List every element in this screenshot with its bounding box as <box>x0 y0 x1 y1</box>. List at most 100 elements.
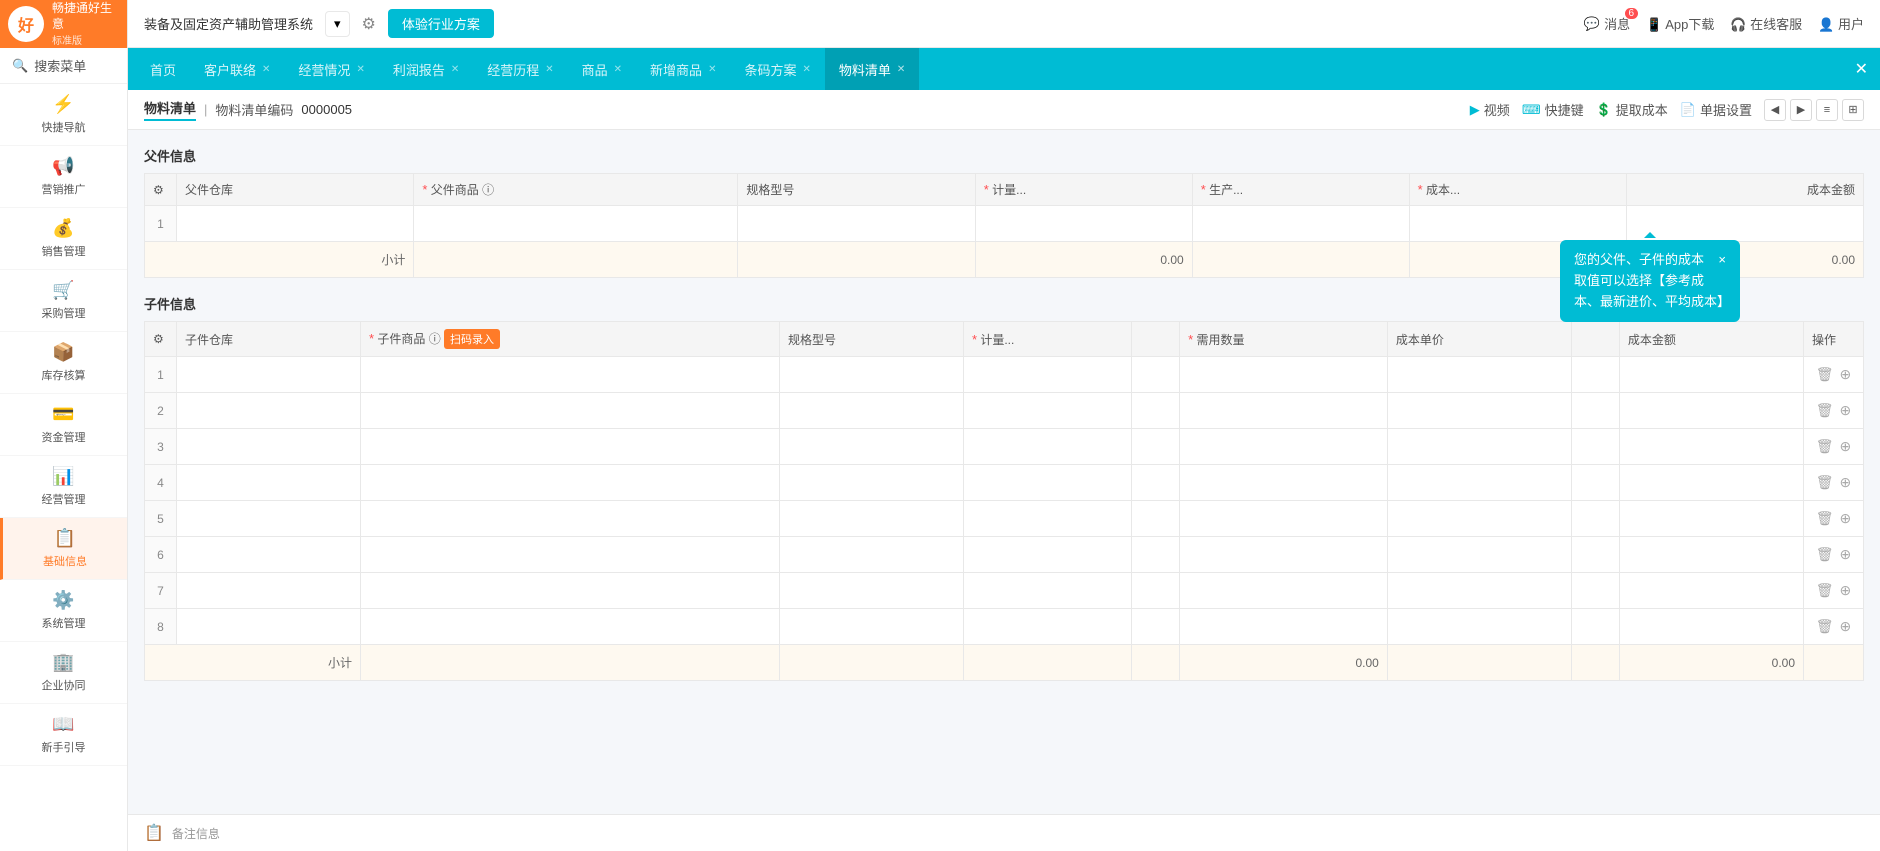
child-unit-cost-7[interactable] <box>1387 573 1571 609</box>
child-qty-1[interactable] <box>1180 357 1388 393</box>
child-unit-4[interactable] <box>963 465 1131 501</box>
child-unit-5[interactable] <box>963 501 1131 537</box>
parent-spec-1[interactable] <box>738 206 975 242</box>
child-unit-cost-8[interactable] <box>1387 609 1571 645</box>
child-product-8[interactable] <box>360 609 779 645</box>
app-download-link[interactable]: 📱 App下载 <box>1646 14 1714 33</box>
tab-goods[interactable]: 商品 ✕ <box>568 48 636 90</box>
child-spec-3[interactable] <box>779 429 963 465</box>
tab-customer-close[interactable]: ✕ <box>262 64 270 75</box>
tab-operations[interactable]: 经营情况 ✕ <box>284 48 378 90</box>
child-spec-4[interactable] <box>779 465 963 501</box>
child-unit-3[interactable] <box>963 429 1131 465</box>
tab-barcode-close[interactable]: ✕ <box>802 64 810 75</box>
child-product-1[interactable] <box>360 357 779 393</box>
shortcut-action[interactable]: ⌨ 快捷键 <box>1522 100 1584 119</box>
child-qty-7[interactable] <box>1180 573 1388 609</box>
child-warehouse-2[interactable] <box>177 393 361 429</box>
tab-new-goods[interactable]: 新增商品 ✕ <box>636 48 730 90</box>
child-qty-2[interactable] <box>1180 393 1388 429</box>
child-product-6[interactable] <box>360 537 779 573</box>
close-all-tabs[interactable]: ✕ <box>1843 59 1880 79</box>
child-qty-3[interactable] <box>1180 429 1388 465</box>
view-action[interactable]: ▶ 视频 <box>1470 100 1510 119</box>
child-spec-6[interactable] <box>779 537 963 573</box>
child-unit-cost-5[interactable] <box>1387 501 1571 537</box>
system-dropdown[interactable]: ▾ <box>325 11 350 37</box>
tab-barcode[interactable]: 条码方案 ✕ <box>730 48 824 90</box>
scan-input-button[interactable]: 扫码录入 <box>444 329 500 349</box>
copy-row-5-button[interactable]: ⊕ <box>1840 510 1852 527</box>
child-warehouse-6[interactable] <box>177 537 361 573</box>
sidebar-item-marketing[interactable]: 📢 营销推广 <box>0 146 127 208</box>
child-unit-7[interactable] <box>963 573 1131 609</box>
user-menu[interactable]: 👤 用户 <box>1818 14 1864 33</box>
child-unit-2[interactable] <box>963 393 1131 429</box>
sidebar-item-operations[interactable]: 📊 经营管理 <box>0 456 127 518</box>
sidebar-item-quick-nav[interactable]: ⚡ 快捷导航 <box>0 84 127 146</box>
tab-customer[interactable]: 客户联络 ✕ <box>190 48 284 90</box>
sidebar-item-sales[interactable]: 💰 销售管理 <box>0 208 127 270</box>
child-warehouse-4[interactable] <box>177 465 361 501</box>
parent-unit-1[interactable] <box>975 206 1192 242</box>
child-qty-5[interactable] <box>1180 501 1388 537</box>
copy-row-1-button[interactable]: ⊕ <box>1840 366 1852 383</box>
delete-row-4-button[interactable]: 🗑 <box>1816 474 1834 491</box>
parent-cost-1[interactable] <box>1409 206 1626 242</box>
delete-row-5-button[interactable]: 🗑 <box>1816 510 1834 527</box>
settings-icon[interactable]: ⚙ <box>362 14 376 34</box>
sidebar-item-guide[interactable]: 📖 新手引导 <box>0 704 127 766</box>
tab-home[interactable]: 首页 <box>136 48 190 90</box>
tab-bom[interactable]: 物料清单 ✕ <box>825 48 919 90</box>
delete-row-7-button[interactable]: 🗑 <box>1816 582 1834 599</box>
tab-bom-close[interactable]: ✕ <box>897 64 905 75</box>
tab-history[interactable]: 经营历程 ✕ <box>473 48 567 90</box>
online-service-link[interactable]: 🎧 在线客服 <box>1730 14 1802 33</box>
child-product-4[interactable] <box>360 465 779 501</box>
child-unit-cost-2[interactable] <box>1387 393 1571 429</box>
breadcrumb-parent[interactable]: 物料清单 <box>144 98 196 121</box>
sidebar-item-finance[interactable]: 💳 资金管理 <box>0 394 127 456</box>
tab-new-goods-close[interactable]: ✕ <box>708 64 716 75</box>
delete-row-1-button[interactable]: 🗑 <box>1816 366 1834 383</box>
parent-produce-1[interactable] <box>1192 206 1409 242</box>
child-unit-6[interactable] <box>963 537 1131 573</box>
child-unit-8[interactable] <box>963 609 1131 645</box>
single-setting-action[interactable]: 📄 单据设置 <box>1680 100 1752 119</box>
child-warehouse-1[interactable] <box>177 357 361 393</box>
tab-goods-close[interactable]: ✕ <box>614 64 622 75</box>
child-unit-cost-1[interactable] <box>1387 357 1571 393</box>
tab-profit[interactable]: 利润报告 ✕ <box>379 48 473 90</box>
child-warehouse-7[interactable] <box>177 573 361 609</box>
copy-row-8-button[interactable]: ⊕ <box>1840 618 1852 635</box>
parent-product-1[interactable] <box>414 206 738 242</box>
search-menu-item[interactable]: 🔍 搜索菜单 <box>0 48 127 84</box>
copy-row-2-button[interactable]: ⊕ <box>1840 402 1852 419</box>
child-qty-8[interactable] <box>1180 609 1388 645</box>
tab-profit-close[interactable]: ✕ <box>451 64 459 75</box>
grid-view-button[interactable]: ≡ <box>1816 99 1838 121</box>
child-warehouse-3[interactable] <box>177 429 361 465</box>
delete-row-8-button[interactable]: 🗑 <box>1816 618 1834 635</box>
child-product-3[interactable] <box>360 429 779 465</box>
child-th-settings[interactable]: ⚙ <box>145 322 177 357</box>
tab-history-close[interactable]: ✕ <box>545 64 553 75</box>
delete-row-2-button[interactable]: 🗑 <box>1816 402 1834 419</box>
parent-th-settings[interactable]: ⚙ <box>145 174 177 206</box>
tab-operations-close[interactable]: ✕ <box>356 64 364 75</box>
child-spec-8[interactable] <box>779 609 963 645</box>
sidebar-item-inventory[interactable]: 📦 库存核算 <box>0 332 127 394</box>
child-warehouse-8[interactable] <box>177 609 361 645</box>
child-spec-5[interactable] <box>779 501 963 537</box>
parent-warehouse-1[interactable] <box>177 206 414 242</box>
child-product-7[interactable] <box>360 573 779 609</box>
delete-row-6-button[interactable]: 🗑 <box>1816 546 1834 563</box>
next-page-button[interactable]: ▶ <box>1790 99 1812 121</box>
message-badge[interactable]: 💬 消息 6 <box>1584 14 1630 33</box>
child-unit-cost-3[interactable] <box>1387 429 1571 465</box>
sidebar-item-basic-info[interactable]: 📋 基础信息 <box>0 518 127 580</box>
trial-button[interactable]: 体验行业方案 <box>388 9 494 38</box>
child-spec-7[interactable] <box>779 573 963 609</box>
sidebar-item-system[interactable]: ⚙️ 系统管理 <box>0 580 127 642</box>
extract-cost-action[interactable]: 💲 提取成本 <box>1596 100 1668 119</box>
